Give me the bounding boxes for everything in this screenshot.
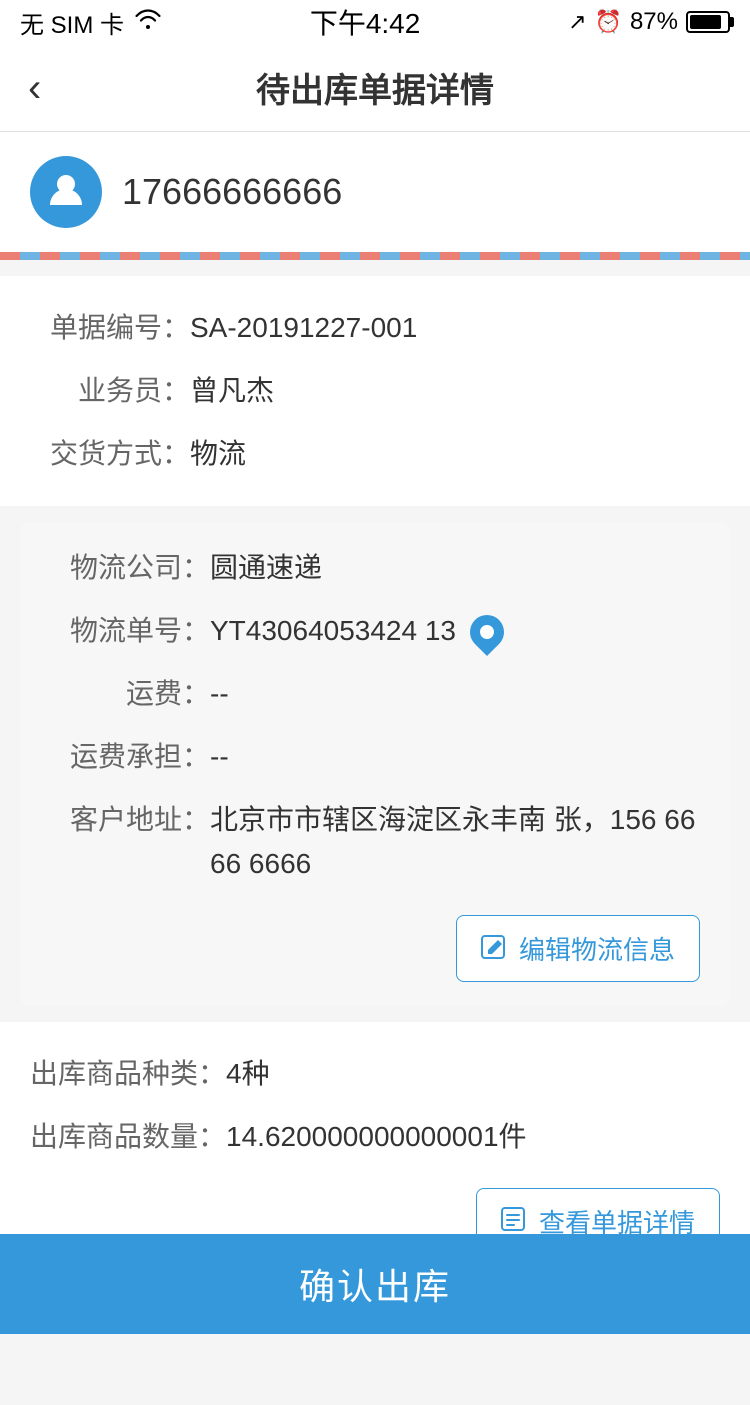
edit-btn-container: 编辑物流信息 xyxy=(50,905,700,982)
order-no-label: 单据编号： xyxy=(30,306,190,351)
order-no-value: SA-20191227-001 xyxy=(190,306,720,351)
status-right: ↗ ⏰ 87% xyxy=(568,8,730,36)
location-status-icon: ↗ xyxy=(568,9,586,35)
tracking-location-icon[interactable] xyxy=(463,608,511,656)
alarm-icon: ⏰ xyxy=(595,9,622,35)
company-row: 物流公司： 圆通速递 xyxy=(50,546,700,591)
list-icon xyxy=(501,1207,529,1235)
freight-bear-label: 运费承担： xyxy=(50,735,210,780)
tracking-value: YT43064053424 13 xyxy=(210,609,700,654)
staff-row: 业务员： 曾凡杰 xyxy=(30,369,720,414)
freight-label: 运费： xyxy=(50,672,210,717)
status-bar: 无 SIM 卡 下午4:42 ↗ ⏰ 87% xyxy=(0,0,750,44)
freight-value: -- xyxy=(210,672,700,717)
status-time: 下午4:42 xyxy=(310,2,421,42)
address-label: 客户地址： xyxy=(50,798,210,843)
logistics-section: 物流公司： 圆通速递 物流单号： YT43064053424 13 运费： --… xyxy=(20,522,730,1006)
avatar xyxy=(30,156,102,228)
tracking-number: YT43064053424 13 xyxy=(210,609,456,654)
goods-types-row: 出库商品种类： 4种 xyxy=(30,1052,720,1097)
bottom-bar: 确认出库 xyxy=(0,1234,750,1334)
phone-number: 17666666666 xyxy=(122,171,342,213)
freight-row: 运费： -- xyxy=(50,672,700,717)
battery-icon xyxy=(686,11,730,33)
nav-bar: ‹ 待出库单据详情 xyxy=(0,44,750,132)
wifi-icon xyxy=(134,8,162,36)
page-title: 待出库单据详情 xyxy=(256,63,494,112)
edit-logistics-label: 编辑物流信息 xyxy=(519,930,675,967)
address-value: 北京市市辖区海淀区永丰南 张，156 6666 6666 xyxy=(210,798,700,888)
staff-label: 业务员： xyxy=(30,369,190,414)
edit-logistics-button[interactable]: 编辑物流信息 xyxy=(456,915,700,982)
address-row: 客户地址： 北京市市辖区海淀区永丰南 张，156 6666 6666 xyxy=(50,798,700,888)
battery-percent: 87% xyxy=(630,8,678,36)
company-value: 圆通速递 xyxy=(210,546,700,591)
tracking-label: 物流单号： xyxy=(50,609,210,654)
freight-bear-row: 运费承担： -- xyxy=(50,735,700,780)
delivery-row: 交货方式： 物流 xyxy=(30,432,720,477)
back-button[interactable]: ‹ xyxy=(28,68,41,108)
goods-types-label: 出库商品种类： xyxy=(30,1052,226,1097)
goods-quantity-value: 14.620000000000001件 xyxy=(226,1115,720,1160)
edit-icon xyxy=(481,935,509,963)
delivery-value: 物流 xyxy=(190,432,720,477)
goods-quantity-label: 出库商品数量： xyxy=(30,1115,226,1160)
basic-info-section: 单据编号： SA-20191227-001 业务员： 曾凡杰 交货方式： 物流 xyxy=(0,276,750,506)
confirm-button[interactable]: 确认出库 xyxy=(0,1234,750,1334)
delivery-label: 交货方式： xyxy=(30,432,190,477)
company-label: 物流公司： xyxy=(50,546,210,591)
goods-quantity-row: 出库商品数量： 14.620000000000001件 xyxy=(30,1115,720,1160)
freight-bear-value: -- xyxy=(210,735,700,780)
carrier-label: 无 SIM 卡 xyxy=(20,5,124,40)
phone-header: 17666666666 xyxy=(0,132,750,252)
avatar-icon xyxy=(46,169,86,216)
dashed-divider xyxy=(0,252,750,260)
tracking-row: 物流单号： YT43064053424 13 xyxy=(50,609,700,654)
staff-value: 曾凡杰 xyxy=(190,369,720,414)
goods-types-value: 4种 xyxy=(226,1052,720,1097)
order-no-row: 单据编号： SA-20191227-001 xyxy=(30,306,720,351)
status-left: 无 SIM 卡 xyxy=(20,5,162,40)
